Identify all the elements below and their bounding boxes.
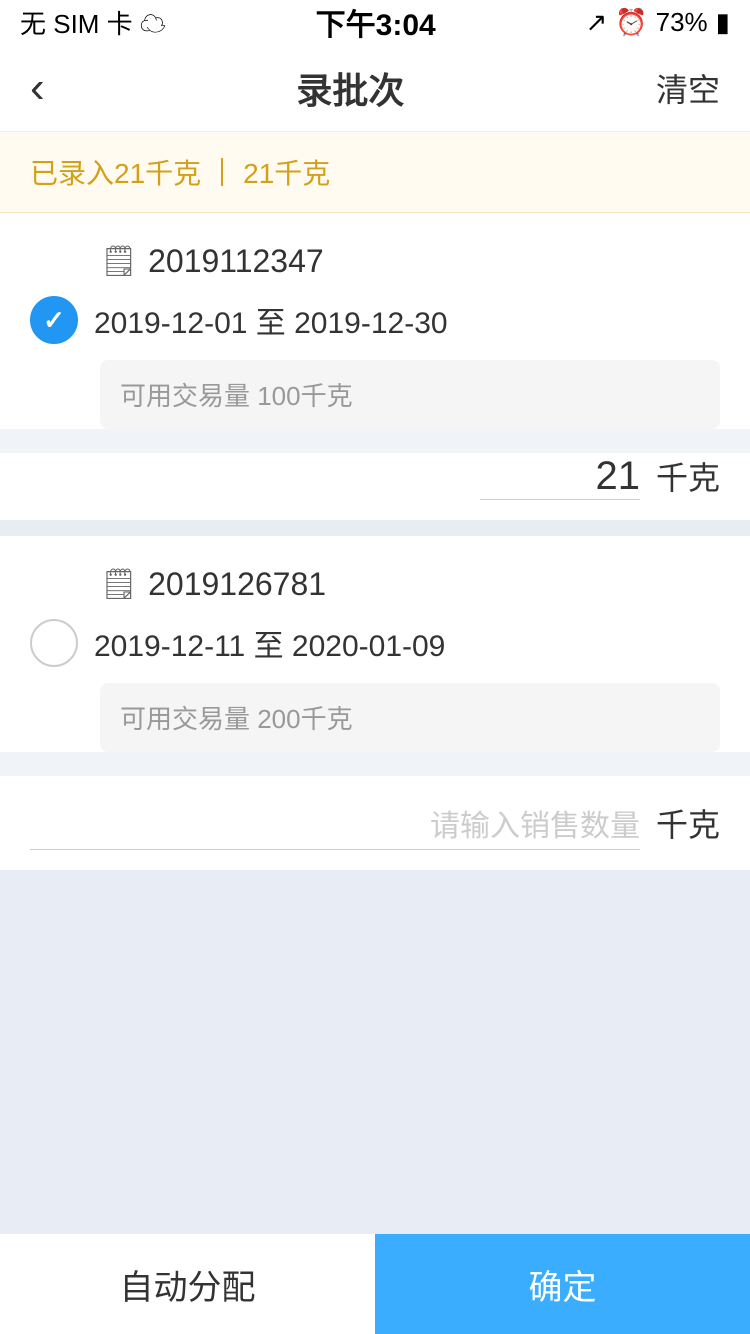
battery-text: 73% bbox=[656, 7, 708, 38]
summary-label: 已录入21千克 bbox=[30, 152, 201, 192]
batch-available-box-1: 可用交易量 100千克 bbox=[100, 360, 720, 429]
batch-available-text-2: 可用交易量 200千克 bbox=[120, 704, 353, 734]
batch-id-1: 2019112347 bbox=[148, 243, 324, 280]
page-title: 录批次 bbox=[296, 62, 404, 114]
alarm-icon: ⏰ bbox=[615, 7, 647, 38]
quantity-row-1: 21 千克 bbox=[0, 453, 750, 520]
input-row-2[interactable]: 请输入销售数量 千克 bbox=[0, 776, 750, 870]
summary-divider bbox=[221, 158, 223, 186]
batch-date-2: 2019-12-11 至 2020-01-09 bbox=[94, 621, 445, 665]
batch-doc-icon-2: 🗒 bbox=[100, 567, 138, 602]
clear-button[interactable]: 清空 bbox=[656, 65, 720, 111]
battery-icon: ▮ bbox=[716, 7, 730, 38]
summary-bar: 已录入21千克 21千克 bbox=[0, 132, 750, 213]
batch-doc-icon-1: 🗒 bbox=[100, 244, 138, 279]
input-placeholder-2: 请输入销售数量 bbox=[430, 801, 640, 845]
input-unit-2: 千克 bbox=[656, 800, 720, 846]
batch-id-row-2: 🗒 2019126781 bbox=[100, 566, 720, 603]
back-button[interactable]: ‹ bbox=[30, 66, 45, 110]
summary-value: 21千克 bbox=[243, 152, 330, 192]
status-time: 下午3:04 bbox=[316, 0, 436, 44]
batch-item-1: 🗒 2019112347 2019-12-01 至 2019-12-30 可用交… bbox=[0, 213, 750, 429]
batch-available-row-1: 可用交易量 100千克 bbox=[100, 360, 720, 429]
quantity-value-1: 21 bbox=[595, 454, 640, 499]
footer: 自动分配 确定 bbox=[0, 1234, 750, 1334]
status-right: ↗ ⏰ 73% ▮ bbox=[585, 7, 730, 38]
batch-date-1: 2019-12-01 至 2019-12-30 bbox=[94, 298, 448, 342]
batch-checkbox-1[interactable] bbox=[30, 296, 78, 344]
input-underline-2: 请输入销售数量 bbox=[30, 801, 640, 850]
batch-available-text-1: 可用交易量 100千克 bbox=[120, 381, 353, 411]
no-sim-text: 无 SIM 卡 ☁ bbox=[20, 4, 166, 41]
batch-date-row-2: 2019-12-11 至 2020-01-09 bbox=[30, 619, 720, 667]
status-bar: 无 SIM 卡 ☁ 下午3:04 ↗ ⏰ 73% ▮ bbox=[0, 0, 750, 44]
quantity-underline-1: 21 bbox=[480, 454, 640, 500]
batch-item-2: 🗒 2019126781 2019-12-11 至 2020-01-09 可用交… bbox=[0, 536, 750, 752]
quantity-unit-1: 千克 bbox=[656, 453, 720, 499]
section-separator bbox=[0, 520, 750, 536]
batch-date-row-1: 2019-12-01 至 2019-12-30 bbox=[30, 296, 720, 344]
batch-id-row-1: 🗒 2019112347 bbox=[100, 243, 720, 280]
batch-available-row-2: 可用交易量 200千克 bbox=[100, 683, 720, 752]
batch-available-box-2: 可用交易量 200千克 bbox=[100, 683, 720, 752]
location-icon: ↗ bbox=[585, 7, 607, 38]
status-left: 无 SIM 卡 ☁ bbox=[20, 4, 166, 41]
confirm-button[interactable]: 确定 bbox=[375, 1234, 750, 1334]
nav-bar: ‹ 录批次 清空 bbox=[0, 44, 750, 132]
batch-checkbox-2[interactable] bbox=[30, 619, 78, 667]
auto-distribute-button[interactable]: 自动分配 bbox=[0, 1234, 375, 1334]
batch-id-2: 2019126781 bbox=[148, 566, 326, 603]
